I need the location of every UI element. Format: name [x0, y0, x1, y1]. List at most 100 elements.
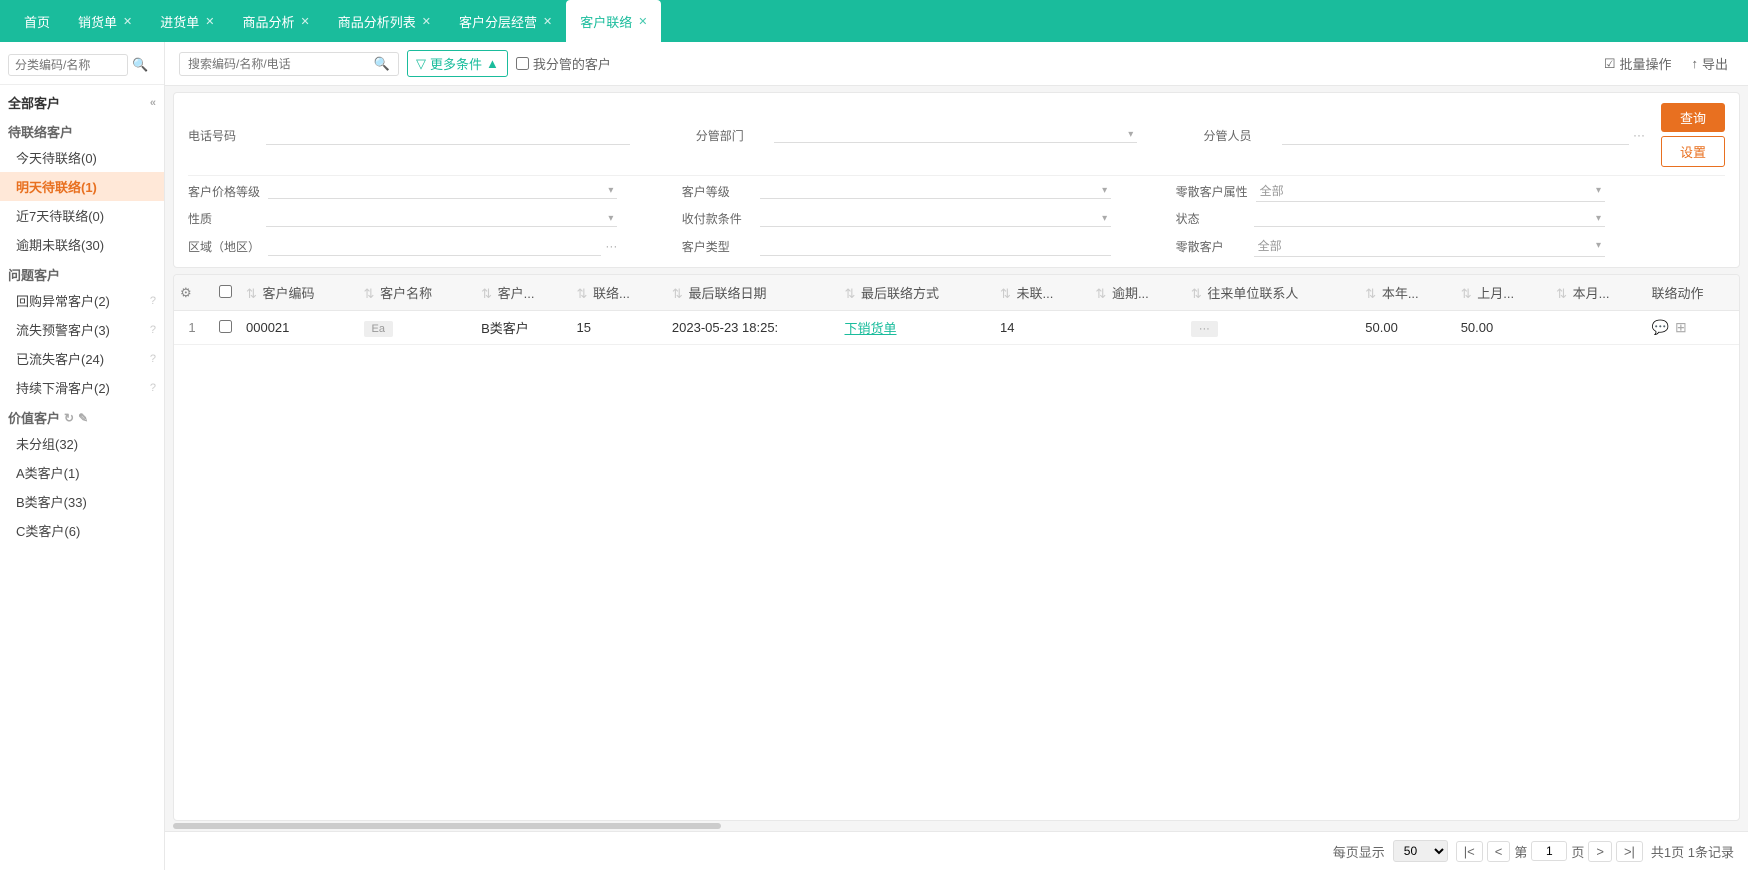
row-name: Ea	[358, 311, 476, 345]
table-row: 1 000021 Ea B类客户	[174, 311, 1739, 345]
sidebar-item-tomorrow[interactable]: 明天待联络(1)	[0, 172, 164, 201]
my-customer-checkbox-wrap[interactable]: 我分管的客户	[516, 54, 611, 73]
sort-handle-type[interactable]: ⇅	[481, 286, 492, 301]
my-customer-checkbox[interactable]	[516, 57, 529, 70]
manager-dots[interactable]: ···	[1633, 128, 1645, 142]
sort-handle-last-date[interactable]: ⇅	[672, 286, 683, 301]
sort-handle-this-month[interactable]: ⇅	[1556, 286, 1567, 301]
query-button[interactable]: 查询	[1661, 103, 1725, 132]
filter-status-select[interactable]: ▾	[1254, 211, 1605, 227]
th-last-date: ⇅ 最后联络日期	[666, 275, 839, 311]
sidebar-item-lost-warning[interactable]: 流失预警客户(3) ?	[0, 315, 164, 344]
horizontal-scrollbar[interactable]	[173, 821, 1740, 831]
value-edit-icon[interactable]: ✎	[78, 411, 88, 425]
message-icon[interactable]: 💬	[1652, 319, 1669, 336]
grid-icon[interactable]: ⊞	[1675, 319, 1687, 336]
page-number-input[interactable]	[1531, 841, 1567, 861]
sidebar-item-overdue[interactable]: 逾期未联络(30)	[0, 230, 164, 259]
row-last-method[interactable]: 下销货单	[839, 311, 995, 345]
sidebar-item-lost[interactable]: 已流失客户(24) ?	[0, 344, 164, 373]
prev-page-btn[interactable]: <	[1487, 841, 1511, 862]
sidebar-value-group: 价值客户 ↻ ✎	[0, 402, 164, 429]
export-btn[interactable]: ↑ 导出	[1685, 51, 1734, 76]
top-navigation: 首页 销货单 ✕ 进货单 ✕ 商品分析 ✕ 商品分析列表 ✕ 客户分层经营 ✕ …	[0, 0, 1748, 42]
filter-retail: 零散客户 全部 ▾	[1176, 235, 1605, 257]
filter-payment: 收付款条件 ▾	[682, 210, 1111, 227]
nav-product-analysis[interactable]: 商品分析 ✕	[228, 0, 323, 42]
filter-manager-input[interactable]	[1282, 126, 1630, 145]
last-page-btn[interactable]: >|	[1616, 841, 1643, 862]
sidebar-all-customers[interactable]: 全部客户 «	[0, 85, 164, 116]
sort-handle-contact[interactable]: ⇅	[577, 286, 588, 301]
filter-more-btn[interactable]: ▽ 更多条件 ▲	[407, 50, 508, 77]
nav-close-product-analysis[interactable]: ✕	[301, 15, 310, 28]
th-not-contacted: ⇅ 未联...	[994, 275, 1089, 311]
filter-action-btns: 查询 设置	[1645, 103, 1725, 167]
nav-purchase-order[interactable]: 进货单 ✕	[146, 0, 228, 42]
th-gear[interactable]: ⚙	[174, 275, 210, 311]
sidebar-search-input[interactable]	[8, 54, 128, 76]
row-last-month: 50.00	[1455, 311, 1550, 345]
sort-handle-not-contacted[interactable]: ⇅	[1000, 286, 1011, 301]
sort-handle-code[interactable]: ⇅	[246, 286, 257, 301]
sort-handle-this-year[interactable]: ⇅	[1365, 286, 1376, 301]
chevron-down-price: ▾	[608, 185, 613, 196]
nav-close-contact[interactable]: ✕	[638, 15, 647, 28]
nav-customer-contact[interactable]: 客户联络 ✕	[566, 0, 661, 42]
sidebar-item-c-class[interactable]: C类客户(6)	[0, 516, 164, 545]
region-dots[interactable]: ···	[605, 239, 617, 253]
sort-handle-last-month[interactable]: ⇅	[1461, 286, 1472, 301]
search-input[interactable]	[188, 57, 374, 71]
gear-icon[interactable]: ⚙	[180, 285, 192, 300]
set-button[interactable]: 设置	[1661, 136, 1725, 167]
next-page-btn[interactable]: >	[1588, 841, 1612, 862]
filter-payment-select[interactable]: ▾	[760, 211, 1111, 227]
filter-customer-grade-select[interactable]: ▾	[760, 183, 1111, 199]
row-checkbox[interactable]	[219, 320, 232, 333]
filter-gender-select[interactable]: ▾	[266, 211, 617, 227]
sidebar-search-wrap: 🔍	[0, 50, 164, 85]
sort-handle-overdue[interactable]: ⇅	[1095, 286, 1106, 301]
nav-customer-tier[interactable]: 客户分层经营 ✕	[445, 0, 566, 42]
nav-home[interactable]: 首页	[10, 0, 64, 42]
filter-customer-type-input[interactable]	[760, 237, 1111, 256]
help-icon-declining: ?	[150, 382, 156, 394]
sort-handle-name[interactable]: ⇅	[364, 286, 375, 301]
sidebar-item-a-class[interactable]: A类客户(1)	[0, 458, 164, 487]
nav-close-purchase[interactable]: ✕	[205, 15, 214, 28]
search-input-wrap[interactable]: 🔍	[179, 52, 399, 76]
page-size-select[interactable]: 50 100 200	[1393, 840, 1448, 862]
help-icon-lost-warning: ?	[150, 324, 156, 336]
filter-dept-select[interactable]: ▾	[774, 127, 1138, 143]
search-bar: 🔍 ▽ 更多条件 ▲ 我分管的客户 ☑ 批量操作 ↑ 导出	[165, 42, 1748, 86]
nav-close-product-list[interactable]: ✕	[422, 15, 431, 28]
row-overdue	[1089, 311, 1184, 345]
filter-price-grade-select[interactable]: ▾	[268, 183, 617, 199]
nav-sales-order[interactable]: 销货单 ✕	[64, 0, 146, 42]
search-icon[interactable]: 🔍	[374, 56, 390, 72]
sidebar-item-today[interactable]: 今天待联络(0)	[0, 143, 164, 172]
scrollbar-thumb[interactable]	[173, 823, 721, 829]
nav-product-analysis-list[interactable]: 商品分析列表 ✕	[324, 0, 445, 42]
th-overdue: ⇅ 逾期...	[1089, 275, 1184, 311]
filter-status: 状态 ▾	[1176, 210, 1605, 227]
nav-close-tier[interactable]: ✕	[543, 15, 552, 28]
filter-region-input[interactable]	[268, 237, 601, 256]
sidebar-collapse-icon[interactable]: «	[150, 97, 156, 109]
sort-handle-contact-person[interactable]: ⇅	[1191, 286, 1202, 301]
sidebar-search-icon[interactable]: 🔍	[132, 57, 148, 73]
sort-handle-last-method[interactable]: ⇅	[845, 286, 856, 301]
filter-phone-input[interactable]	[266, 126, 630, 145]
batch-op-btn[interactable]: ☑ 批量操作	[1598, 51, 1678, 76]
sidebar-item-7days[interactable]: 近7天待联络(0)	[0, 201, 164, 230]
sidebar-item-repurchase[interactable]: 回购异常客户(2) ?	[0, 286, 164, 315]
filter-retail-select[interactable]: 全部 ▾	[1254, 235, 1605, 257]
select-all-checkbox[interactable]	[219, 285, 232, 298]
value-refresh-icon[interactable]: ↻	[64, 411, 74, 425]
nav-close-sales[interactable]: ✕	[123, 15, 132, 28]
first-page-btn[interactable]: |<	[1456, 841, 1483, 862]
filter-retail-attr-select[interactable]: 全部 ▾	[1256, 180, 1605, 202]
sidebar-item-declining[interactable]: 持续下滑客户(2) ?	[0, 373, 164, 402]
sidebar-item-b-class[interactable]: B类客户(33)	[0, 487, 164, 516]
sidebar-item-ungrouped[interactable]: 未分组(32)	[0, 429, 164, 458]
